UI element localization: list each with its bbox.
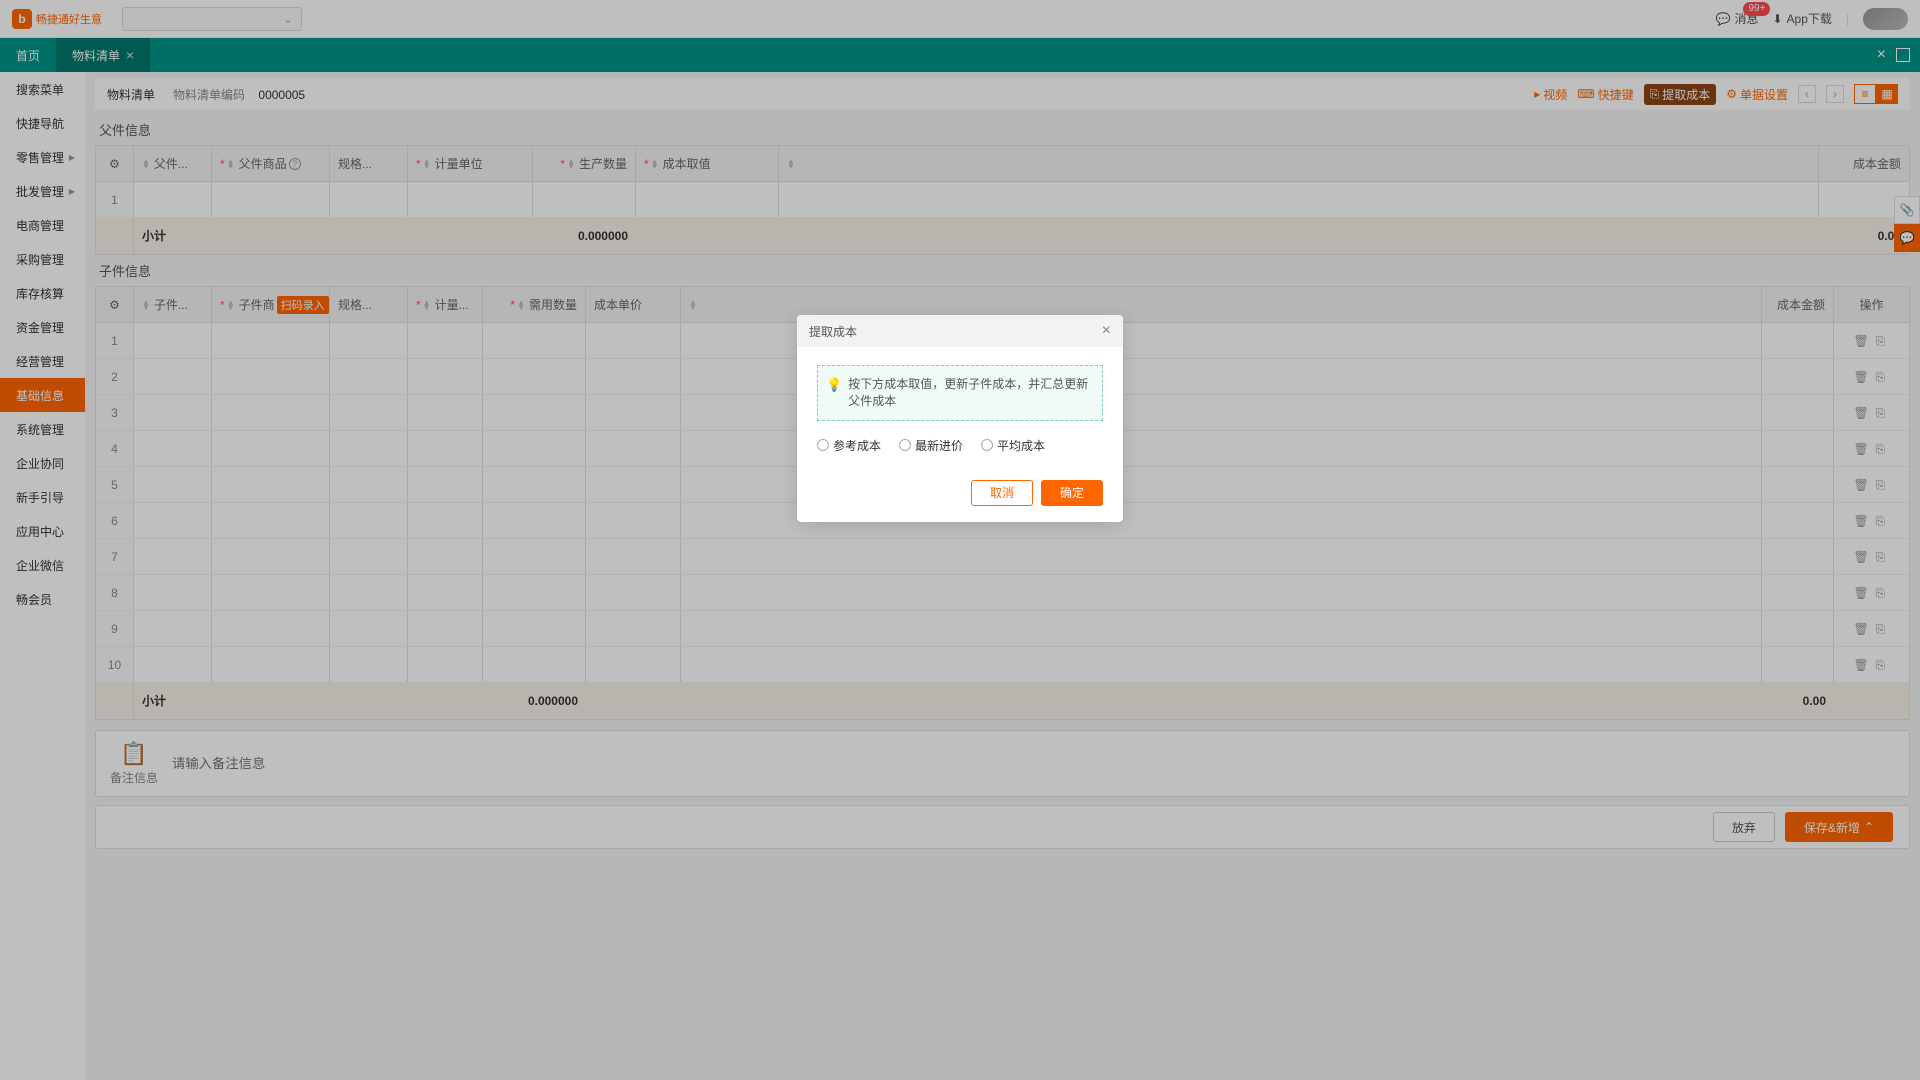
modal-mask[interactable]: 提取成本 × 💡 按下方成本取值，更新子件成本，并汇总更新父件成本 参考成本 最… bbox=[0, 0, 1920, 1080]
modal-hint-text: 按下方成本取值，更新子件成本，并汇总更新父件成本 bbox=[848, 376, 1094, 410]
radio-icon bbox=[817, 439, 829, 451]
radio-label: 参考成本 bbox=[833, 437, 881, 454]
close-icon[interactable]: × bbox=[1102, 322, 1111, 340]
radio-average-cost[interactable]: 平均成本 bbox=[981, 437, 1045, 454]
ok-button[interactable]: 确定 bbox=[1041, 480, 1103, 506]
lightbulb-icon: 💡 bbox=[826, 376, 842, 394]
radio-reference-cost[interactable]: 参考成本 bbox=[817, 437, 881, 454]
radio-label: 平均成本 bbox=[997, 437, 1045, 454]
cancel-button[interactable]: 取消 bbox=[971, 480, 1033, 506]
extract-cost-modal: 提取成本 × 💡 按下方成本取值，更新子件成本，并汇总更新父件成本 参考成本 最… bbox=[797, 315, 1123, 522]
modal-hint: 💡 按下方成本取值，更新子件成本，并汇总更新父件成本 bbox=[817, 365, 1103, 421]
radio-label: 最新进价 bbox=[915, 437, 963, 454]
radio-latest-price[interactable]: 最新进价 bbox=[899, 437, 963, 454]
radio-icon bbox=[899, 439, 911, 451]
radio-icon bbox=[981, 439, 993, 451]
modal-title: 提取成本 bbox=[809, 323, 857, 340]
